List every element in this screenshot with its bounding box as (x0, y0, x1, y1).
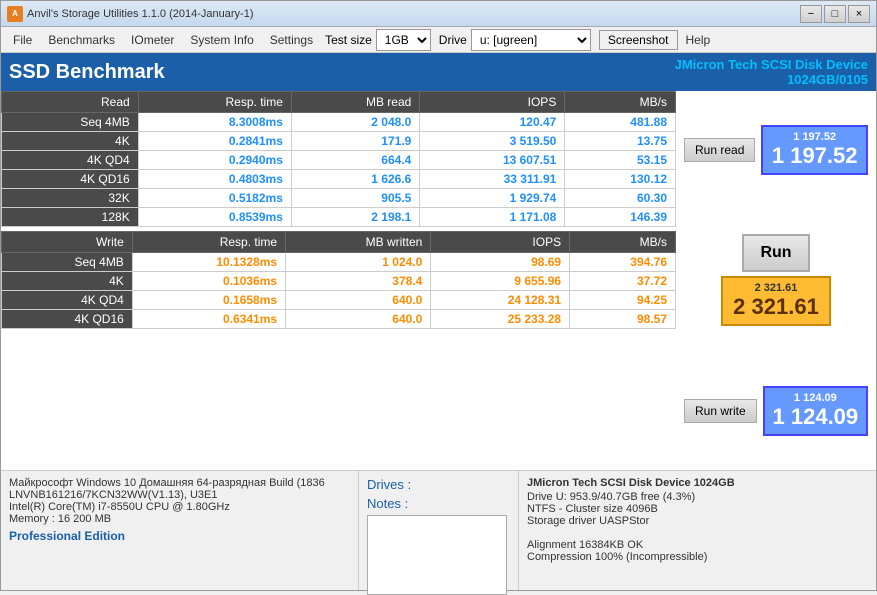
run-read-button[interactable]: Run read (684, 138, 755, 162)
drives-text: Drives : (367, 477, 411, 492)
run-button[interactable]: Run (742, 234, 809, 272)
run-score-box: 2 321.61 2 321.61 (721, 276, 831, 326)
menu-help[interactable]: Help (678, 31, 719, 49)
drive-label: Drive (439, 33, 467, 47)
col-resp-time-w: Resp. time (132, 232, 285, 253)
menu-bar: File Benchmarks IOmeter System Info Sett… (1, 27, 876, 53)
notes-label: Notes : (367, 496, 510, 511)
run-write-button[interactable]: Run write (684, 399, 757, 423)
screenshot-button[interactable]: Screenshot (599, 30, 678, 50)
col-iops-read: IOPS (420, 92, 565, 113)
minimize-button[interactable]: − (800, 5, 822, 23)
run-score-small: 2 321.61 (727, 282, 825, 294)
device-info-title: JMicron Tech SCSI Disk Device 1024GB (527, 477, 868, 489)
col-iops-write: IOPS (431, 232, 570, 253)
window-controls: − □ × (800, 5, 870, 23)
content-area: Read Resp. time MB read IOPS MB/s Seq 4M… (1, 91, 876, 470)
menu-iometer[interactable]: IOmeter (123, 31, 182, 49)
table-row: 128K 0.8539ms 2 198.1 1 171.08 146.39 (2, 208, 676, 227)
drives-label: Drives : (367, 477, 510, 492)
write-score-small: 1 124.09 (769, 392, 862, 404)
device-line1: JMicron Tech SCSI Disk Device (675, 57, 868, 72)
menu-settings[interactable]: Settings (262, 31, 321, 49)
test-size-label: Test size (325, 33, 372, 47)
menu-benchmarks[interactable]: Benchmarks (40, 31, 123, 49)
title-bar: A Anvil's Storage Utilities 1.1.0 (2014-… (1, 1, 876, 27)
title-bar-left: A Anvil's Storage Utilities 1.1.0 (2014-… (7, 6, 253, 22)
test-size-select[interactable]: 1GB 4GB 8GB (376, 29, 431, 51)
app-icon: A (7, 6, 23, 22)
notes-text: Notes : (367, 496, 408, 511)
bottom-sys-info: Майкрософт Windows 10 Домашняя 64-разряд… (1, 471, 359, 590)
col-mbs-read: MB/s (565, 92, 676, 113)
table-row: 4K QD4 0.2940ms 664.4 13 607.51 53.15 (2, 151, 676, 170)
bottom-section: Майкрософт Windows 10 Домашняя 64-разряд… (1, 470, 876, 590)
run-center: Run 2 321.61 2 321.61 (721, 234, 831, 326)
main-window: A Anvil's Storage Utilities 1.1.0 (2014-… (0, 0, 877, 591)
device-info: JMicron Tech SCSI Disk Device 1024GB/010… (675, 57, 868, 87)
header-bar: SSD Benchmark JMicron Tech SCSI Disk Dev… (1, 53, 876, 91)
write-score-box: 1 124.09 1 124.09 (763, 386, 868, 436)
read-score-small: 1 197.52 (767, 131, 862, 143)
notes-area[interactable] (367, 515, 507, 595)
col-mb-read: MB read (291, 92, 419, 113)
right-panel: Run read 1 197.52 1 197.52 Run 2 321.61 … (676, 91, 876, 470)
table-row: Seq 4MB 8.3008ms 2 048.0 120.47 481.88 (2, 113, 676, 132)
run-read-row: Run read 1 197.52 1 197.52 (684, 125, 868, 175)
drive-select[interactable]: u: [ugreen] (471, 29, 591, 51)
table-row: 4K QD4 0.1658ms 640.0 24 128.31 94.25 (2, 291, 676, 310)
menu-file[interactable]: File (5, 31, 40, 49)
col-mb-written: MB written (286, 232, 431, 253)
test-size-group: Test size 1GB 4GB 8GB (325, 29, 431, 51)
window-title: Anvil's Storage Utilities 1.1.0 (2014-Ja… (27, 8, 253, 20)
device-line2: 1024GB/0105 (675, 72, 868, 87)
bottom-device-info: JMicron Tech SCSI Disk Device 1024GB Dri… (519, 471, 876, 590)
sys-info-text: Майкрософт Windows 10 Домашняя 64-разряд… (9, 477, 350, 525)
table-row: 32K 0.5182ms 905.5 1 929.74 60.30 (2, 189, 676, 208)
table-row: 4K 0.1036ms 378.4 9 655.96 37.72 (2, 272, 676, 291)
table-row: 4K QD16 0.6341ms 640.0 25 233.28 98.57 (2, 310, 676, 329)
table-row: 4K QD16 0.4803ms 1 626.6 33 311.91 130.1… (2, 170, 676, 189)
col-mbs-write: MB/s (570, 232, 676, 253)
col-resp-time: Resp. time (138, 92, 291, 113)
table-section: Read Resp. time MB read IOPS MB/s Seq 4M… (1, 91, 676, 470)
write-score-large: 1 124.09 (769, 404, 862, 430)
read-score-large: 1 197.52 (767, 143, 862, 169)
table-row: Seq 4MB 10.1328ms 1 024.0 98.69 394.76 (2, 253, 676, 272)
col-write: Write (2, 232, 133, 253)
maximize-button[interactable]: □ (824, 5, 846, 23)
run-write-row: Run write 1 124.09 1 124.09 (684, 386, 868, 436)
col-read: Read (2, 92, 139, 113)
pro-edition-label: Professional Edition (9, 529, 350, 543)
device-detail-text: Drive U: 953.9/40.7GB free (4.3%) NTFS -… (527, 491, 868, 563)
main-area: SSD Benchmark JMicron Tech SCSI Disk Dev… (1, 53, 876, 590)
menu-system-info[interactable]: System Info (182, 31, 261, 49)
bottom-drives-notes: Drives : Notes : (359, 471, 519, 590)
ssd-benchmark-title: SSD Benchmark (9, 61, 165, 84)
write-table: Write Resp. time MB written IOPS MB/s Se… (1, 231, 676, 329)
run-row: Run 2 321.61 2 321.61 (684, 234, 868, 326)
read-score-box: 1 197.52 1 197.52 (761, 125, 868, 175)
run-score-large: 2 321.61 (727, 294, 825, 320)
table-row: 4K 0.2841ms 171.9 3 519.50 13.75 (2, 132, 676, 151)
close-button[interactable]: × (848, 5, 870, 23)
read-table: Read Resp. time MB read IOPS MB/s Seq 4M… (1, 91, 676, 227)
drive-group: Drive u: [ugreen] (439, 29, 591, 51)
